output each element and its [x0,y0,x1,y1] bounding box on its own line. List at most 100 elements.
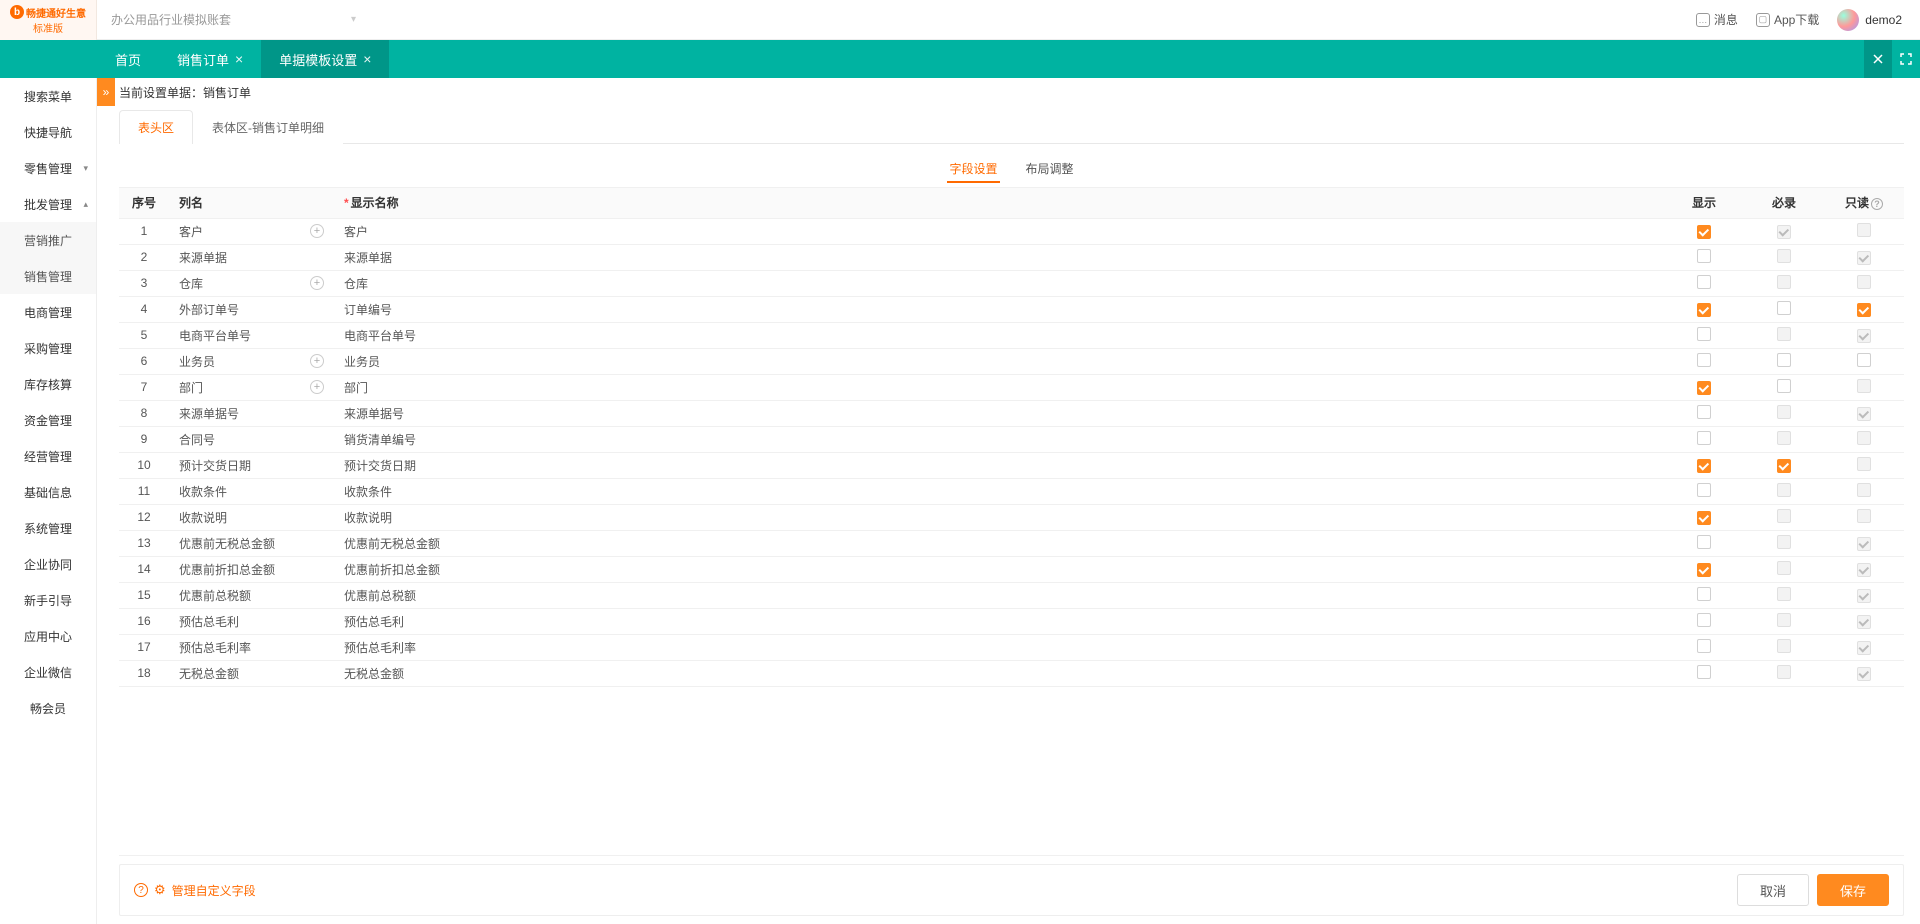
sidebar-item[interactable]: 畅会员 [0,690,96,726]
sidebar-item[interactable]: 经营管理 [0,438,96,474]
checkbox-show[interactable] [1697,353,1711,367]
checkbox-show[interactable] [1697,275,1711,289]
cell-col-name: 优惠前总税额 [169,582,334,608]
sidebar-item[interactable]: 零售管理▾ [0,150,96,186]
checkbox-show[interactable] [1697,431,1711,445]
cell-display-name[interactable]: 收款条件 [334,478,1664,504]
cell-display-name[interactable]: 部门 [334,374,1664,400]
cell-display-name[interactable]: 仓库 [334,270,1664,296]
cell-show [1664,452,1744,478]
col-name-label: 预估总毛利率 [179,639,251,656]
sidebar-item[interactable]: 快捷导航 [0,114,96,150]
cell-display-name[interactable]: 客户 [334,218,1664,244]
checkbox-show[interactable] [1697,225,1711,239]
save-button[interactable]: 保存 [1817,874,1889,906]
cell-col-name: 收款说明 [169,504,334,530]
cell-index: 11 [119,478,169,504]
checkbox-show[interactable] [1697,511,1711,525]
cell-display-name[interactable]: 业务员 [334,348,1664,374]
checkbox-show[interactable] [1697,587,1711,601]
user-menu[interactable]: demo2 [1837,9,1902,31]
fields-table-wrap[interactable]: 序号 列名 *显示名称 显示 必录 只读? 1客户+客户2来源单据来源单据3仓库… [119,187,1904,856]
checkbox-required[interactable] [1777,379,1791,393]
sidebar-item[interactable]: 批发管理▴ [0,186,96,222]
close-icon[interactable]: × [235,51,243,67]
cell-index: 3 [119,270,169,296]
cell-index: 6 [119,348,169,374]
help-icon[interactable]: ? [1871,198,1883,210]
col-name-label: 仓库 [179,275,203,292]
sidebar-item[interactable]: 电商管理 [0,294,96,330]
sidebar-item[interactable]: 搜索菜单 [0,78,96,114]
cell-display-name[interactable]: 收款说明 [334,504,1664,530]
checkbox-required[interactable] [1777,459,1791,473]
sidebar-item[interactable]: 销售管理 [0,258,96,294]
checkbox-show[interactable] [1697,381,1711,395]
sidebar-item[interactable]: 应用中心 [0,618,96,654]
expand-add-button[interactable]: + [310,224,324,238]
sidebar-item[interactable]: 采购管理 [0,330,96,366]
context-collapse-button[interactable]: » [97,78,115,106]
main-tab[interactable]: 单据模板设置× [261,40,389,78]
sidebar-item[interactable]: 企业微信 [0,654,96,690]
checkbox-readonly[interactable] [1857,353,1871,367]
cancel-button[interactable]: 取消 [1737,874,1809,906]
checkbox-show[interactable] [1697,613,1711,627]
sidebar-item[interactable]: 基础信息 [0,474,96,510]
messages-button[interactable]: … 消息 [1696,11,1738,28]
sidebar-item[interactable]: 库存核算 [0,366,96,402]
expand-add-button[interactable]: + [310,380,324,394]
manage-custom-fields-link[interactable]: ? ⚙ 管理自定义字段 [134,882,256,899]
main-tab[interactable]: 首页 [97,40,159,78]
checkbox-show[interactable] [1697,327,1711,341]
area-tab[interactable]: 表体区-销售订单明细 [193,110,343,144]
expand-add-button[interactable]: + [310,354,324,368]
checkbox-show[interactable] [1697,249,1711,263]
cell-display-name[interactable]: 来源单据 [334,244,1664,270]
checkbox-show[interactable] [1697,405,1711,419]
cell-display-name[interactable]: 优惠前总税额 [334,582,1664,608]
fields-table: 序号 列名 *显示名称 显示 必录 只读? 1客户+客户2来源单据来源单据3仓库… [119,188,1904,687]
checkbox-required[interactable] [1777,301,1791,315]
cell-required [1744,296,1824,322]
close-all-tabs-button[interactable] [1864,40,1892,78]
checkbox-required[interactable] [1777,353,1791,367]
sidebar-item[interactable]: 新手引导 [0,582,96,618]
cell-display-name[interactable]: 优惠前无税总金额 [334,530,1664,556]
table-row: 10预计交货日期预计交货日期 [119,452,1904,478]
sidebar-item[interactable]: 企业协同 [0,546,96,582]
checkbox-show[interactable] [1697,535,1711,549]
checkbox-show[interactable] [1697,563,1711,577]
checkbox-readonly [1857,483,1871,497]
sidebar-item[interactable]: 资金管理 [0,402,96,438]
cell-display-name[interactable]: 预计交货日期 [334,452,1664,478]
sidebar-item[interactable]: 系统管理 [0,510,96,546]
checkbox-show[interactable] [1697,665,1711,679]
checkbox-show[interactable] [1697,639,1711,653]
area-tab[interactable]: 表头区 [119,110,193,144]
cell-display-name[interactable]: 预估总毛利率 [334,634,1664,660]
checkbox-show[interactable] [1697,483,1711,497]
company-selector[interactable]: 办公用品行业模拟账套 ▾ [111,11,356,28]
fullscreen-button[interactable] [1892,40,1920,78]
expand-add-button[interactable]: + [310,276,324,290]
sidebar-item[interactable]: 营销推广 [0,222,96,258]
cell-display-name[interactable]: 电商平台单号 [334,322,1664,348]
cell-display-name[interactable]: 优惠前折扣总金额 [334,556,1664,582]
cell-required [1744,530,1824,556]
checkbox-show[interactable] [1697,303,1711,317]
main-tab[interactable]: 销售订单× [159,40,261,78]
checkbox-show[interactable] [1697,459,1711,473]
cell-display-name[interactable]: 预估总毛利 [334,608,1664,634]
cell-col-name: 优惠前无税总金额 [169,530,334,556]
app-download-button[interactable]: ▢ App下载 [1756,11,1819,28]
checkbox-readonly[interactable] [1857,303,1871,317]
cell-display-name[interactable]: 销货清单编号 [334,426,1664,452]
table-row: 9合同号销货清单编号 [119,426,1904,452]
cell-display-name[interactable]: 订单编号 [334,296,1664,322]
config-sub-tab[interactable]: 字段设置 [947,156,999,183]
close-icon[interactable]: × [363,51,371,67]
cell-display-name[interactable]: 无税总金额 [334,660,1664,686]
cell-display-name[interactable]: 来源单据号 [334,400,1664,426]
config-sub-tab[interactable]: 布局调整 [1024,156,1076,183]
